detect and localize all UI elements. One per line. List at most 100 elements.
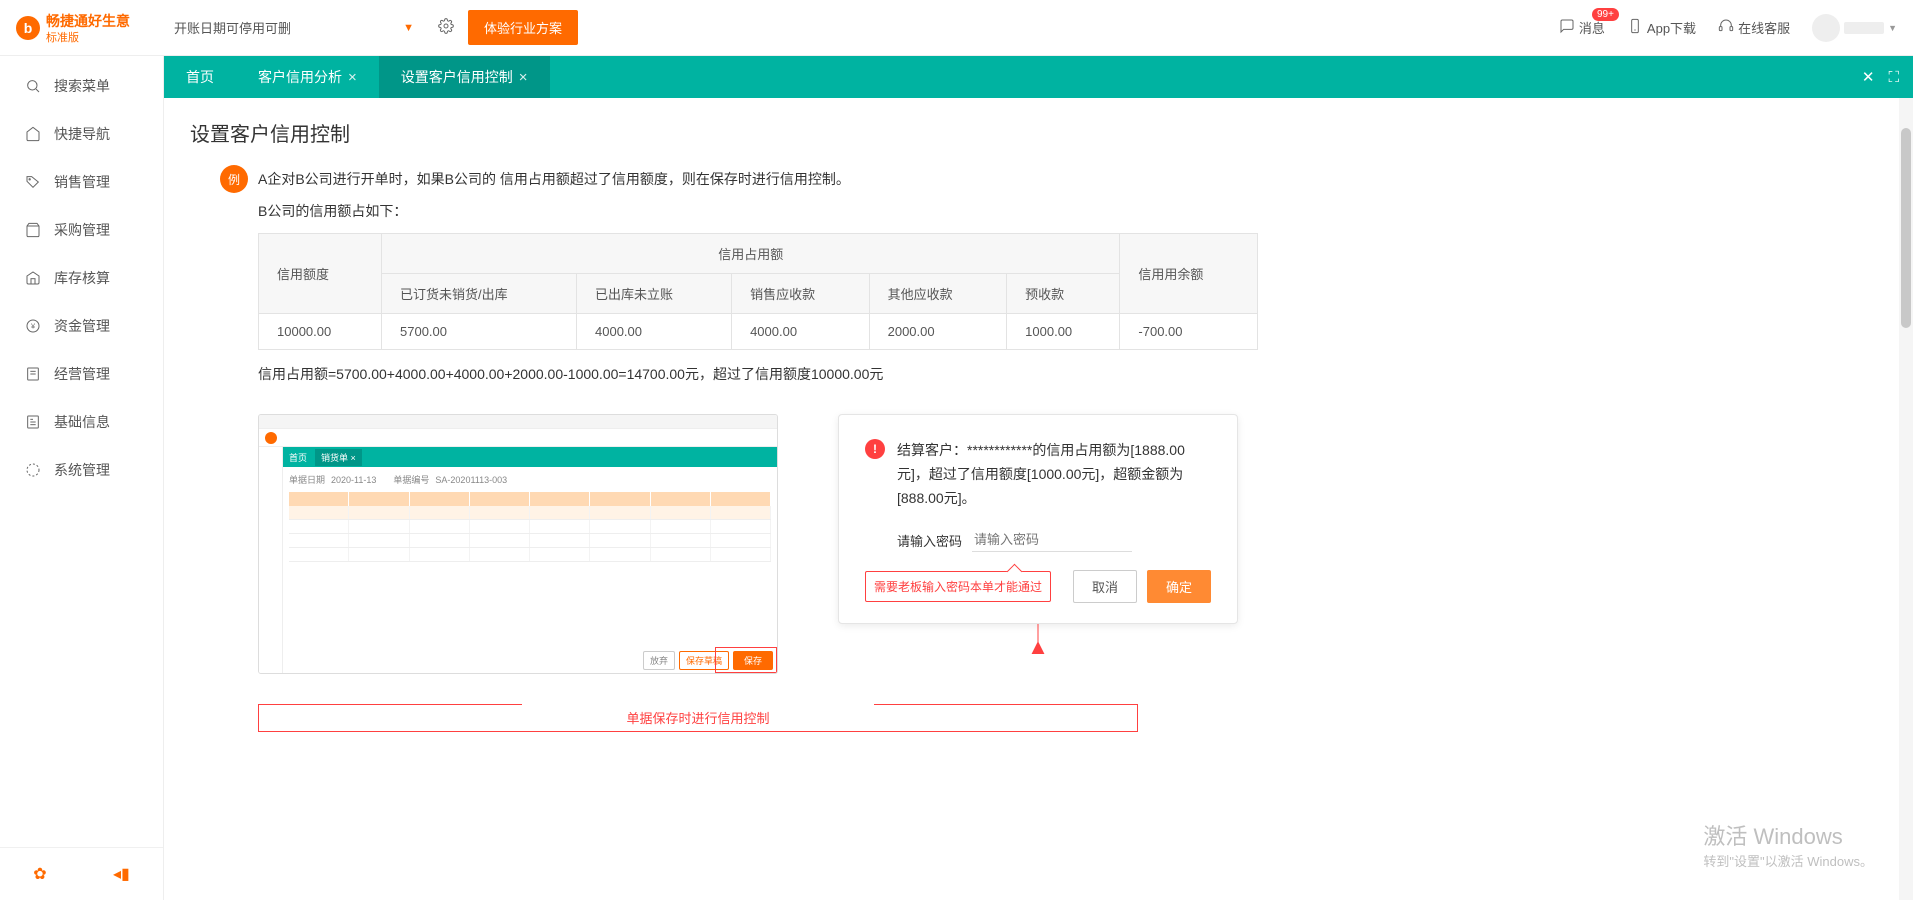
close-all-tabs-icon[interactable]: ✕ <box>1862 68 1875 86</box>
table-row: 10000.00 5700.00 4000.00 4000.00 2000.00… <box>259 314 1258 350</box>
brand-name: 畅捷通好生意 <box>46 11 130 31</box>
info-icon <box>24 413 42 431</box>
dialog-illustration: ! 结算客户：************的信用占用额为[1888.00元]，超过了… <box>838 414 1238 624</box>
sidebar-item-purchase[interactable]: 采购管理 <box>0 206 163 254</box>
username-placeholder <box>1844 22 1884 34</box>
sidebar-item-label: 搜索菜单 <box>54 76 110 96</box>
online-service-label: 在线客服 <box>1738 18 1790 37</box>
sidebar-item-search[interactable]: 搜索菜单 <box>0 62 163 110</box>
cell-val: 2000.00 <box>869 314 1007 350</box>
chevron-down-icon: ▼ <box>403 22 414 34</box>
sidebar: 搜索菜单 快捷导航 销售管理 采购管理 库存核算 ¥ 资金管理 经营管理 基础信息… <box>0 56 164 900</box>
cell-limit: 10000.00 <box>259 314 382 350</box>
topbar-right: 消息 99+ App下载 在线客服 ▼ <box>1559 14 1897 42</box>
close-icon[interactable]: × <box>348 69 357 86</box>
settings-gear-icon[interactable]: ✿ <box>33 864 46 884</box>
fullscreen-icon[interactable]: ⛶ <box>1888 69 1899 86</box>
tab-label: 设置客户信用控制 <box>401 67 513 87</box>
formula-text: 信用占用额=5700.00+4000.00+4000.00+2000.00-10… <box>258 364 1857 384</box>
tab-credit-settings[interactable]: 设置客户信用控制 × <box>379 56 550 98</box>
report-icon <box>24 365 42 383</box>
sidebar-item-label: 系统管理 <box>54 460 110 480</box>
cell-val: 4000.00 <box>577 314 732 350</box>
brand-logo[interactable]: b 畅捷通好生意 标准版 <box>16 11 164 45</box>
sidebar-item-label: 销售管理 <box>54 172 110 192</box>
cell-val: 4000.00 <box>732 314 870 350</box>
password-input[interactable] <box>972 528 1132 552</box>
page-title: 设置客户信用控制 <box>190 118 1887 147</box>
connector-label: 单据保存时进行信用控制 <box>258 704 1138 732</box>
scrollbar-thumb[interactable] <box>1901 128 1911 328</box>
th-col: 已出库未立账 <box>577 274 732 314</box>
logo-icon <box>265 432 277 444</box>
shot-abandon-button: 放弃 <box>643 651 675 670</box>
sidebar-item-label: 快捷导航 <box>54 124 110 144</box>
example-subtext: B公司的信用额占如下： <box>258 201 1857 221</box>
home-icon <box>24 125 42 143</box>
messages-badge: 99+ <box>1592 8 1619 21</box>
gear-icon[interactable] <box>438 18 454 37</box>
dialog-message: 结算客户：************的信用占用额为[1888.00元]，超过了信用… <box>897 439 1211 510</box>
dropdown-label: 开账日期可停用可删 <box>174 18 291 37</box>
arrow-down-icon: ▲ <box>1027 634 1049 660</box>
sidebar-item-business[interactable]: 经营管理 <box>0 350 163 398</box>
shot-save-draft-button: 保存草稿 <box>679 651 729 670</box>
headset-icon <box>1718 18 1734 37</box>
shot-tab-active: 销货单 × <box>315 449 362 466</box>
th-col: 已订货未销货/出库 <box>382 274 577 314</box>
industry-solution-button[interactable]: 体验行业方案 <box>468 10 578 45</box>
cancel-button[interactable]: 取消 <box>1073 570 1137 603</box>
th-col: 其他应收款 <box>869 274 1007 314</box>
cell-val: 1000.00 <box>1007 314 1120 350</box>
logo-letter: b <box>24 20 33 36</box>
page-body: 设置客户信用控制 例 A企对B公司进行开单时，如果B公司的 信用占用额超过了信用… <box>164 98 1913 900</box>
close-icon[interactable]: × <box>519 69 528 86</box>
topbar: b 畅捷通好生意 标准版 开账日期可停用可删 ▼ 体验行业方案 消息 99+ A… <box>0 0 1913 56</box>
cell-val: 5700.00 <box>382 314 577 350</box>
messages-link[interactable]: 消息 99+ <box>1559 18 1605 37</box>
warning-icon: ! <box>865 439 885 459</box>
cart-icon <box>24 221 42 239</box>
chevron-down-icon: ▼ <box>1888 23 1897 33</box>
credit-info-table: 信用额度 信用占用额 信用用余额 已订货未销货/出库 已出库未立账 销售应收款 … <box>258 233 1258 350</box>
sidebar-item-inventory[interactable]: 库存核算 <box>0 254 163 302</box>
sidebar-item-label: 采购管理 <box>54 220 110 240</box>
tab-credit-analysis[interactable]: 客户信用分析 × <box>236 56 379 98</box>
sidebar-item-funds[interactable]: ¥ 资金管理 <box>0 302 163 350</box>
user-menu[interactable]: ▼ <box>1812 14 1897 42</box>
example-badge: 例 <box>220 165 248 193</box>
th-col: 销售应收款 <box>732 274 870 314</box>
money-icon: ¥ <box>24 317 42 335</box>
password-label: 请输入密码 <box>897 531 962 550</box>
th-credit-limit: 信用额度 <box>259 234 382 314</box>
shot-tab: 首页 <box>289 451 307 464</box>
app-download-link[interactable]: App下载 <box>1627 18 1696 37</box>
sidebar-list: 搜索菜单 快捷导航 销售管理 采购管理 库存核算 ¥ 资金管理 经营管理 基础信息… <box>0 56 163 847</box>
brand-edition: 标准版 <box>46 29 130 45</box>
sidebar-item-label: 经营管理 <box>54 364 110 384</box>
collapse-sidebar-icon[interactable]: ◂▮ <box>113 864 130 884</box>
sidebar-item-label: 资金管理 <box>54 316 110 336</box>
diagram: 首页销货单 × 单据日期2020-11-13 单据编号SA-20201113-0… <box>258 414 1857 674</box>
system-icon <box>24 461 42 479</box>
sidebar-item-system[interactable]: 系统管理 <box>0 446 163 494</box>
account-period-dropdown[interactable]: 开账日期可停用可删 ▼ <box>164 12 424 43</box>
confirm-button[interactable]: 确定 <box>1147 570 1211 603</box>
example-text: A企对B公司进行开单时，如果B公司的 信用占用额超过了信用额度，则在保存时进行信… <box>258 167 850 192</box>
cell-balance: -700.00 <box>1120 314 1258 350</box>
box-icon <box>24 269 42 287</box>
app-download-label: App下载 <box>1647 18 1696 37</box>
sidebar-item-sales[interactable]: 销售管理 <box>0 158 163 206</box>
vertical-scrollbar[interactable] <box>1899 98 1913 900</box>
tab-label: 客户信用分析 <box>258 67 342 87</box>
sidebar-item-baseinfo[interactable]: 基础信息 <box>0 398 163 446</box>
online-service-link[interactable]: 在线客服 <box>1718 18 1790 37</box>
tag-icon <box>24 173 42 191</box>
main: 首页 客户信用分析 × 设置客户信用控制 × ✕ ⛶ 设置客户信用控制 例 A企对B… <box>164 56 1913 900</box>
sidebar-item-quicknav[interactable]: 快捷导航 <box>0 110 163 158</box>
avatar <box>1812 14 1840 42</box>
th-occupied: 信用占用额 <box>382 234 1120 274</box>
sidebar-footer: ✿ ◂▮ <box>0 847 163 900</box>
tab-home[interactable]: 首页 <box>164 56 236 98</box>
sidebar-item-label: 基础信息 <box>54 412 110 432</box>
